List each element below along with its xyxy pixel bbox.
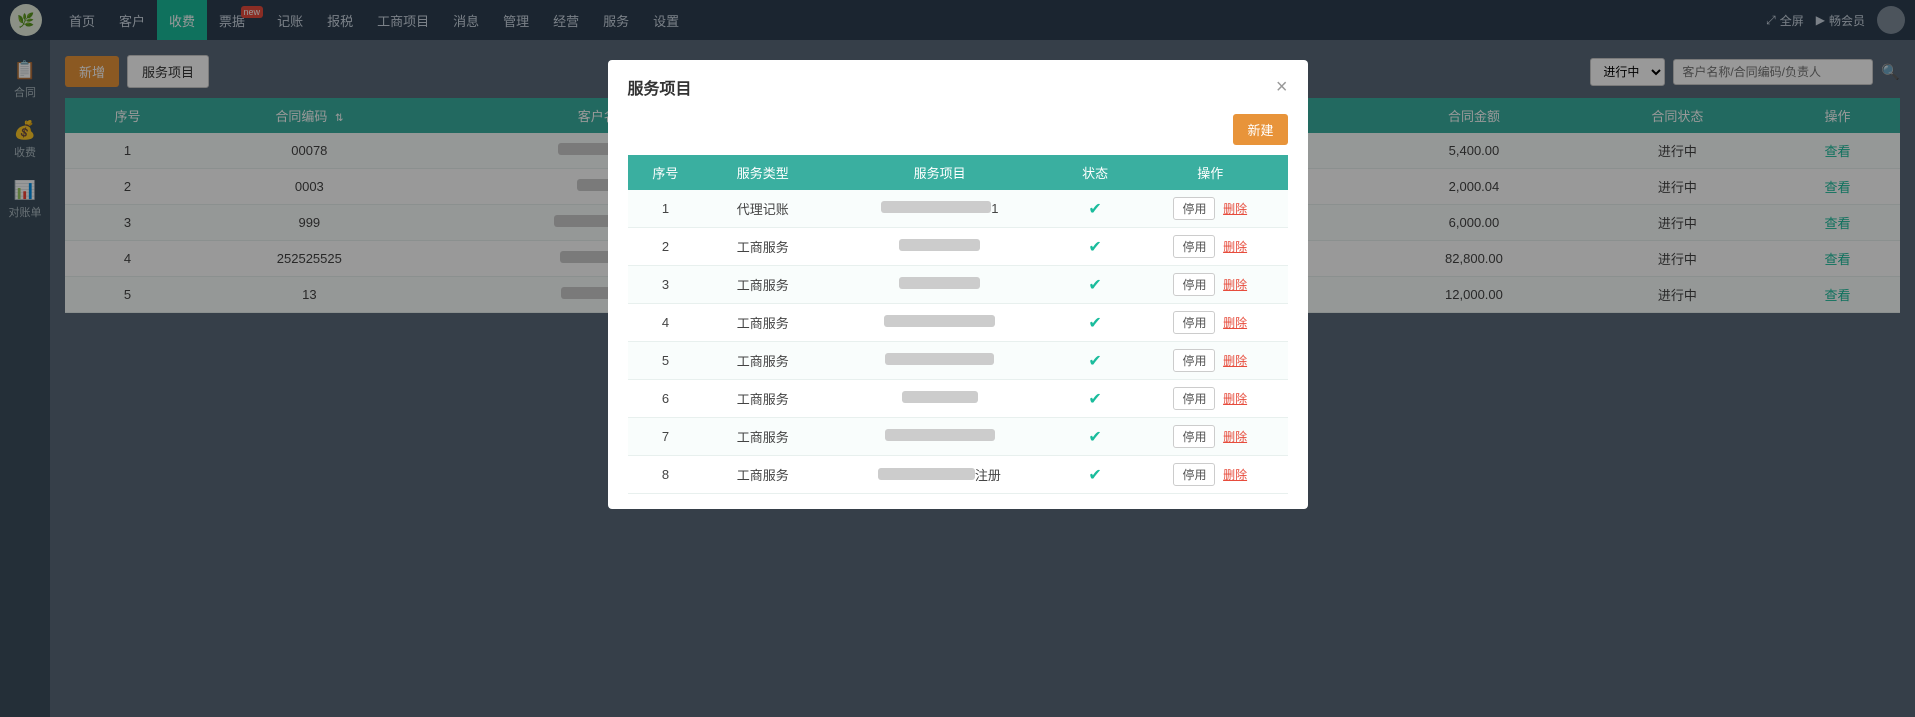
mcell-type: 代理记账: [703, 190, 822, 228]
service-modal: 服务项目 × 新建 序号 服务类型 服务项目 状态 操作 1: [608, 60, 1308, 509]
mcell-type: 工商服务: [703, 342, 822, 380]
mcell-action: 停用 删除: [1133, 304, 1287, 342]
modal-toolbar: 新建: [608, 109, 1308, 155]
status-active-icon: ✔: [1088, 201, 1101, 218]
modal-table-row: 8 工商服务 注册 ✔ 停用 删除: [628, 456, 1288, 494]
mcell-item: [822, 266, 1057, 304]
stop-button[interactable]: 停用: [1173, 349, 1215, 372]
mcell-no: 2: [628, 228, 704, 266]
mcell-no: 4: [628, 304, 704, 342]
modal-table-row: 6 工商服务 ✔ 停用 删除: [628, 380, 1288, 418]
mcell-type: 工商服务: [703, 304, 822, 342]
mcell-type: 工商服务: [703, 266, 822, 304]
mth-status: 状态: [1057, 155, 1133, 190]
delete-button[interactable]: 删除: [1223, 238, 1247, 255]
delete-button[interactable]: 删除: [1223, 276, 1247, 293]
mcell-status: ✔: [1057, 190, 1133, 228]
mcell-action: 停用 删除: [1133, 456, 1287, 494]
mcell-type: 工商服务: [703, 456, 822, 494]
mcell-status: ✔: [1057, 228, 1133, 266]
modal-close-button[interactable]: ×: [1276, 77, 1288, 97]
mcell-type: 工商服务: [703, 380, 822, 418]
mcell-type: 工商服务: [703, 228, 822, 266]
modal-new-button[interactable]: 新建: [1233, 114, 1287, 145]
mcell-type: 工商服务: [703, 418, 822, 456]
mcell-status: ✔: [1057, 456, 1133, 494]
mcell-item: 注册: [822, 456, 1057, 494]
modal-table-row: 5 工商服务 ✔ 停用 删除: [628, 342, 1288, 380]
mcell-status: ✔: [1057, 418, 1133, 456]
mcell-status: ✔: [1057, 266, 1133, 304]
status-active-icon: ✔: [1088, 277, 1101, 294]
mth-action: 操作: [1133, 155, 1287, 190]
modal-table: 序号 服务类型 服务项目 状态 操作 1 代理记账 1 ✔ 停用 删除 2 工商…: [628, 155, 1288, 494]
status-active-icon: ✔: [1088, 391, 1101, 408]
modal-header: 服务项目 ×: [608, 60, 1308, 109]
modal-body: 序号 服务类型 服务项目 状态 操作 1 代理记账 1 ✔ 停用 删除 2 工商…: [608, 155, 1308, 509]
mcell-no: 7: [628, 418, 704, 456]
modal-table-row: 7 工商服务 ✔ 停用 删除: [628, 418, 1288, 456]
stop-button[interactable]: 停用: [1173, 197, 1215, 220]
modal-table-row: 2 工商服务 ✔ 停用 删除: [628, 228, 1288, 266]
status-active-icon: ✔: [1088, 429, 1101, 446]
mcell-item: [822, 304, 1057, 342]
modal-overlay[interactable]: 服务项目 × 新建 序号 服务类型 服务项目 状态 操作 1: [0, 0, 1915, 717]
mcell-action: 停用 删除: [1133, 190, 1287, 228]
mcell-no: 6: [628, 380, 704, 418]
delete-button[interactable]: 删除: [1223, 200, 1247, 217]
mth-type: 服务类型: [703, 155, 822, 190]
stop-button[interactable]: 停用: [1173, 273, 1215, 296]
mcell-item: 1: [822, 190, 1057, 228]
mcell-no: 8: [628, 456, 704, 494]
delete-button[interactable]: 删除: [1223, 428, 1247, 445]
status-active-icon: ✔: [1088, 353, 1101, 370]
mcell-item: [822, 342, 1057, 380]
stop-button[interactable]: 停用: [1173, 425, 1215, 448]
modal-title: 服务项目: [628, 75, 692, 99]
modal-table-row: 4 工商服务 ✔ 停用 删除: [628, 304, 1288, 342]
status-active-icon: ✔: [1088, 315, 1101, 332]
modal-table-row: 3 工商服务 ✔ 停用 删除: [628, 266, 1288, 304]
modal-table-row: 1 代理记账 1 ✔ 停用 删除: [628, 190, 1288, 228]
mcell-action: 停用 删除: [1133, 342, 1287, 380]
stop-button[interactable]: 停用: [1173, 235, 1215, 258]
mcell-no: 1: [628, 190, 704, 228]
mcell-item: [822, 228, 1057, 266]
mcell-action: 停用 删除: [1133, 228, 1287, 266]
mth-no: 序号: [628, 155, 704, 190]
mcell-status: ✔: [1057, 342, 1133, 380]
delete-button[interactable]: 删除: [1223, 314, 1247, 331]
mth-item: 服务项目: [822, 155, 1057, 190]
mcell-action: 停用 删除: [1133, 380, 1287, 418]
mcell-no: 5: [628, 342, 704, 380]
status-active-icon: ✔: [1088, 467, 1101, 484]
mcell-status: ✔: [1057, 380, 1133, 418]
stop-button[interactable]: 停用: [1173, 387, 1215, 410]
status-active-icon: ✔: [1088, 239, 1101, 256]
delete-button[interactable]: 删除: [1223, 390, 1247, 407]
stop-button[interactable]: 停用: [1173, 311, 1215, 334]
stop-button[interactable]: 停用: [1173, 463, 1215, 486]
mcell-item: [822, 418, 1057, 456]
mcell-action: 停用 删除: [1133, 266, 1287, 304]
delete-button[interactable]: 删除: [1223, 466, 1247, 483]
mcell-status: ✔: [1057, 304, 1133, 342]
modal-header-row: 序号 服务类型 服务项目 状态 操作: [628, 155, 1288, 190]
mcell-action: 停用 删除: [1133, 418, 1287, 456]
delete-button[interactable]: 删除: [1223, 352, 1247, 369]
mcell-no: 3: [628, 266, 704, 304]
mcell-item: [822, 380, 1057, 418]
